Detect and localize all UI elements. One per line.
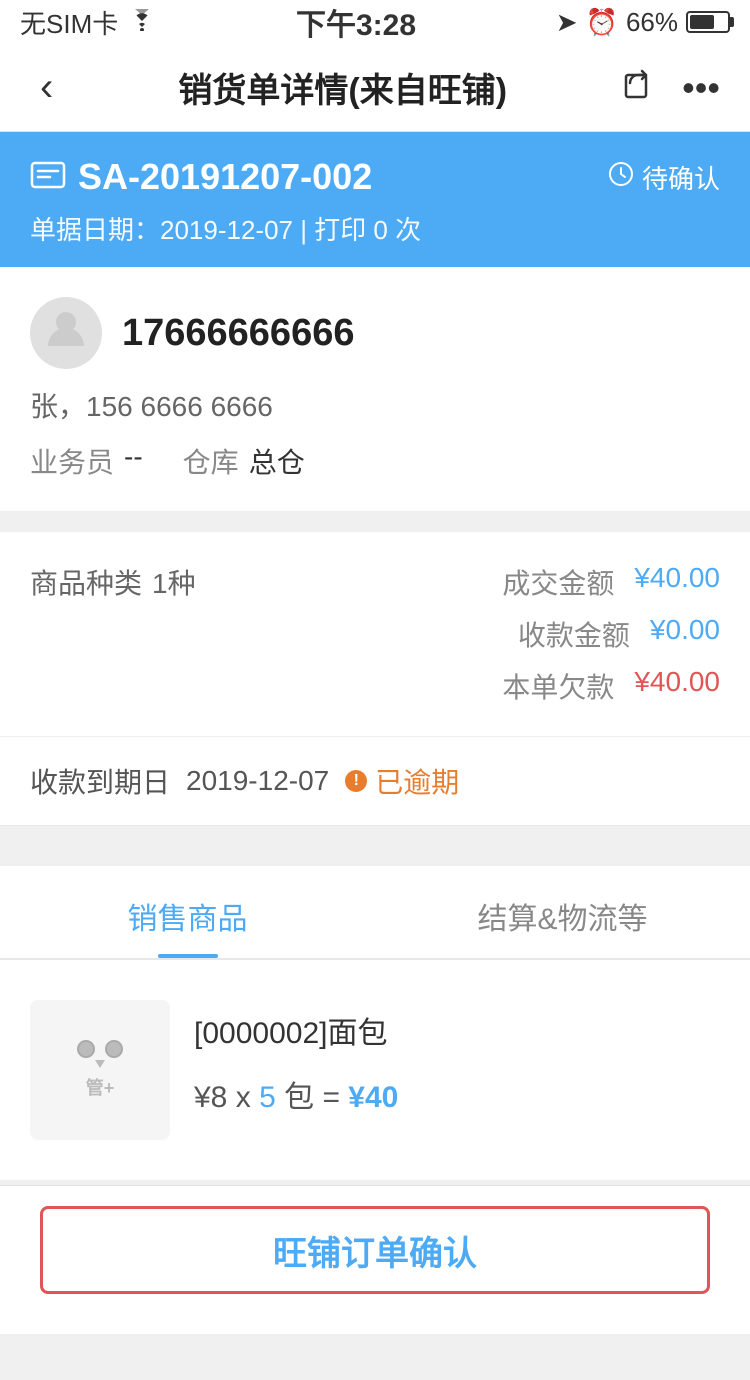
status-bar: 无SIM卡 下午3:28 ➤ ⏰ 66% (0, 0, 750, 44)
confirm-order-button[interactable]: 旺铺订单确认 (40, 1206, 710, 1294)
order-id-row: SA-20191207-002 待确认 (30, 156, 720, 198)
received-amount-label: 收款金额 (518, 614, 630, 654)
nav-actions: ••• (622, 65, 720, 110)
owl-beak (95, 1060, 105, 1068)
equals-sign: = (322, 1081, 348, 1114)
received-amount-row: 收款金额 ¥0.00 (518, 614, 720, 654)
customer-info: 张，156 6666 6666 (30, 385, 720, 425)
share-icon[interactable] (622, 65, 658, 110)
due-amount-label: 本单欠款 (502, 666, 614, 706)
total-price: ¥40 (348, 1081, 398, 1114)
warehouse-value: 总仓 (249, 441, 305, 481)
owl-eye-right (105, 1040, 123, 1058)
avatar (30, 297, 102, 369)
order-icon (30, 156, 66, 198)
deal-amount-label: 成交金额 (502, 562, 614, 602)
summary-section: 商品种类 1种 成交金额 ¥40.00 收款金额 ¥0.00 本单欠款 ¥40.… (0, 532, 750, 737)
order-header: SA-20191207-002 待确认 单据日期：2019-12-07 | 打印… (0, 132, 750, 267)
quantity: 5 (259, 1081, 276, 1114)
product-type: 商品种类 1种 (30, 562, 196, 602)
deal-amount-row: 成交金额 ¥40.00 (502, 562, 720, 602)
back-button[interactable]: ‹ (30, 55, 63, 120)
unit: 包 (284, 1081, 314, 1114)
overdue-badge: ! 已逾期 (345, 761, 459, 801)
warehouse-label: 仓库 (183, 441, 239, 481)
alarm-icon: ⏰ (586, 7, 618, 38)
product-price: ¥8 x 5 包 = ¥40 (194, 1072, 720, 1116)
battery-percent: 66% (626, 7, 678, 38)
battery-icon (686, 11, 730, 33)
order-id: SA-20191207-002 (30, 156, 372, 198)
tabs-section: 销售商品 结算&物流等 (0, 866, 750, 960)
order-date: 单据日期：2019-12-07 | 打印 0 次 (30, 210, 720, 247)
divider-2 (0, 826, 750, 846)
payment-due-date: 2019-12-07 (186, 765, 329, 797)
more-icon[interactable]: ••• (682, 67, 720, 109)
order-status: 待确认 (608, 159, 720, 196)
deal-amount-value: ¥40.00 (634, 562, 720, 602)
price-separator: x (236, 1081, 259, 1114)
tab-settlement[interactable]: 结算&物流等 (375, 866, 750, 958)
amount-summary: 成交金额 ¥40.00 收款金额 ¥0.00 本单欠款 ¥40.00 (502, 562, 720, 706)
nav-bar: ‹ 销货单详情(来自旺铺) ••• (0, 44, 750, 132)
location-icon: ➤ (556, 7, 578, 38)
status-bar-time: 下午3:28 (296, 0, 416, 44)
status-text: 待确认 (642, 159, 720, 196)
product-details: [0000002]面包 ¥8 x 5 包 = ¥40 (194, 1000, 720, 1116)
owl-text: 管+ (86, 1074, 115, 1100)
due-amount-value: ¥40.00 (634, 666, 720, 706)
overdue-dot-icon: ! (345, 770, 367, 792)
list-item: 管+ [0000002]面包 ¥8 x 5 包 = ¥40 (30, 980, 720, 1160)
sales-person: 业务员 -- (30, 441, 143, 481)
payment-due-label: 收款到期日 (30, 761, 170, 801)
divider-1 (0, 512, 750, 532)
clock-icon (608, 161, 634, 194)
product-type-value: 1种 (152, 562, 196, 602)
owl-eye-left (77, 1040, 95, 1058)
customer-row: 17666666666 (30, 297, 720, 369)
sales-label: 业务员 (30, 441, 114, 481)
received-amount-value: ¥0.00 (650, 614, 720, 654)
payment-due-section: 收款到期日 2019-12-07 ! 已逾期 (0, 737, 750, 826)
status-bar-right: ➤ ⏰ 66% (556, 7, 730, 38)
customer-meta: 业务员 -- 仓库 总仓 (30, 441, 720, 481)
customer-section: 17666666666 张，156 6666 6666 业务员 -- 仓库 总仓 (0, 267, 750, 512)
product-name: [0000002]面包 (194, 1008, 720, 1052)
wifi-icon (128, 7, 156, 38)
user-icon (44, 306, 88, 360)
customer-phone: 17666666666 (122, 312, 354, 355)
product-section: 管+ [0000002]面包 ¥8 x 5 包 = ¥40 (0, 960, 750, 1180)
tab-sales-product[interactable]: 销售商品 (0, 866, 375, 958)
status-bar-left: 无SIM卡 (20, 4, 156, 41)
page-title: 销货单详情(来自旺铺) (178, 63, 507, 112)
summary-row: 商品种类 1种 成交金额 ¥40.00 收款金额 ¥0.00 本单欠款 ¥40.… (30, 562, 720, 706)
bottom-bar: 旺铺订单确认 (0, 1185, 750, 1334)
due-amount-row: 本单欠款 ¥40.00 (502, 666, 720, 706)
sales-value: -- (124, 441, 143, 481)
product-type-label: 商品种类 (30, 562, 142, 602)
product-thumbnail: 管+ (30, 1000, 170, 1140)
price-value: ¥8 (194, 1081, 227, 1114)
warehouse: 仓库 总仓 (183, 441, 305, 481)
owl-logo: 管+ (77, 1040, 123, 1100)
overdue-text: 已逾期 (375, 761, 459, 801)
carrier-text: 无SIM卡 (20, 4, 118, 41)
